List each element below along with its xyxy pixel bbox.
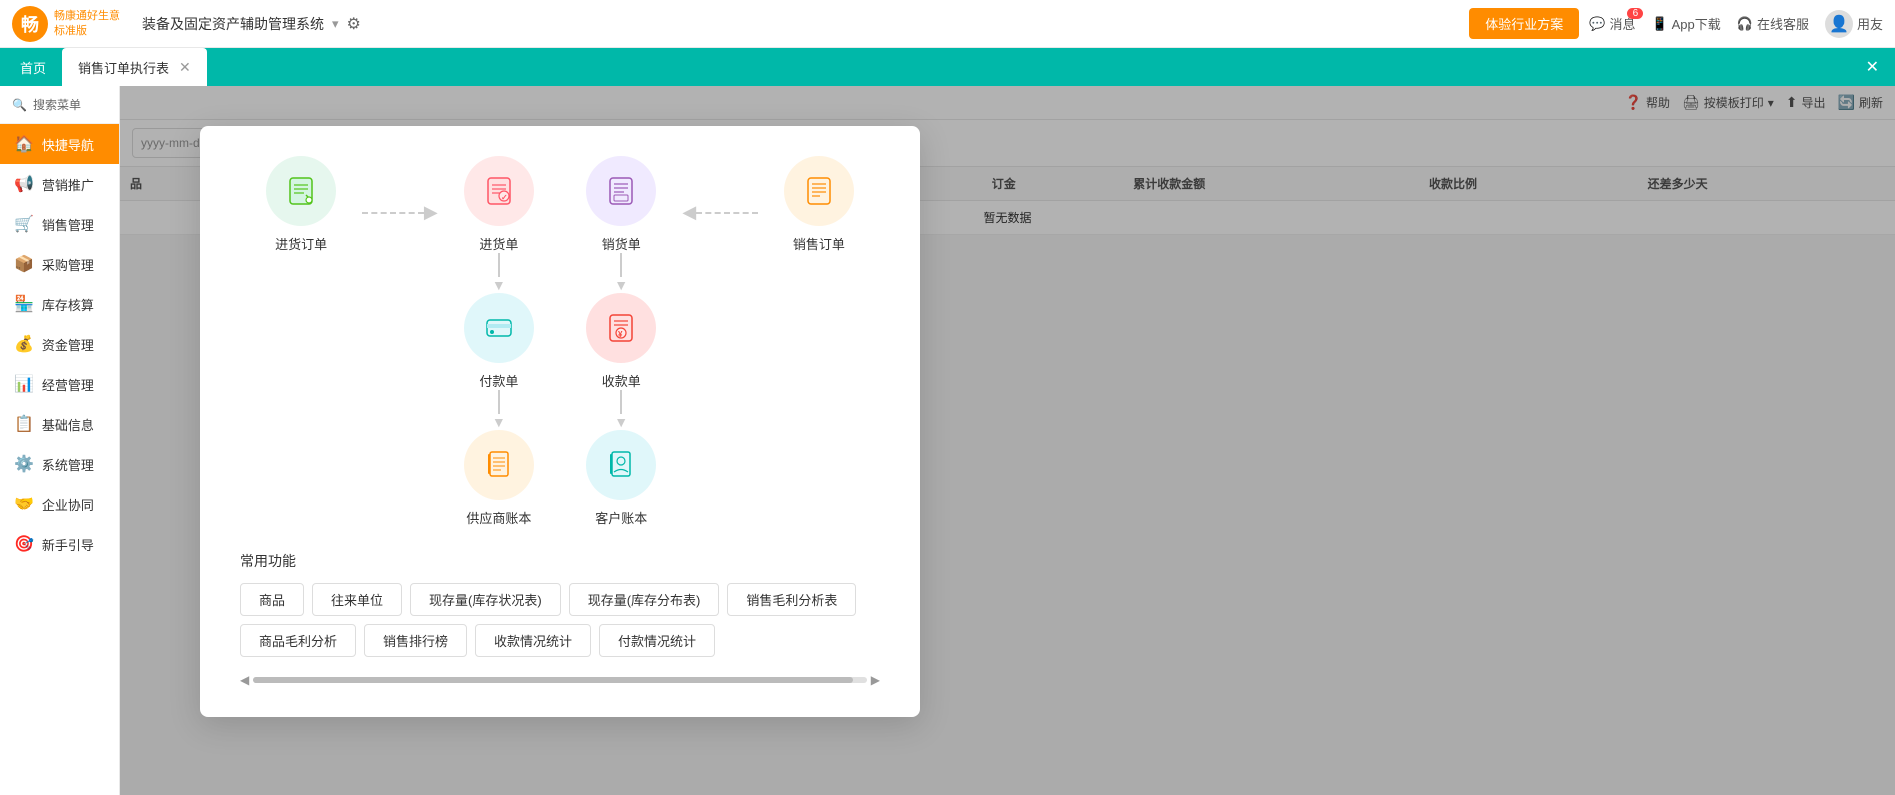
receipt-slip-icon: ¥: [586, 293, 656, 363]
function-btn-2[interactable]: 现存量(库存状况表): [410, 583, 561, 616]
flow-node-purchase-slip[interactable]: ✓ 进货单: [438, 156, 560, 253]
tab-bar-close-icon[interactable]: ✕: [1854, 57, 1891, 77]
system-title: 装备及固定资产辅助管理系统 ▾ ⚙: [142, 14, 1459, 34]
sales-slip-icon: [586, 156, 656, 226]
modal-box: 进货订单 ▶ ✓ 进货单: [200, 126, 920, 717]
sidebar-item-operation[interactable]: 📊 经营管理: [0, 364, 119, 404]
supplier-ledger-label: 供应商账本: [466, 508, 531, 527]
search-icon: 🔍: [12, 98, 27, 112]
svg-text:¥: ¥: [618, 330, 623, 339]
avatar: 👤: [1825, 10, 1853, 38]
tab-home[interactable]: 首页: [4, 48, 62, 86]
sidebar-item-marketing[interactable]: 📢 营销推广: [0, 164, 119, 204]
tab-close-icon[interactable]: ✕: [179, 59, 191, 76]
marketing-icon: 📢: [14, 174, 34, 194]
customer-ledger-icon: [586, 430, 656, 500]
flow-node-sales-slip[interactable]: 销货单: [560, 156, 682, 253]
payment-slip-icon: [464, 293, 534, 363]
payment-slip-label: 付款单: [479, 371, 518, 390]
system-icon: ⚙️: [14, 454, 34, 474]
tab-bar: 首页 销售订单执行表 ✕ ✕: [0, 48, 1895, 86]
common-functions-title: 常用功能: [240, 551, 880, 571]
sales-icon: 🛒: [14, 214, 34, 234]
home-tab-label: 首页: [20, 58, 46, 77]
scroll-left-icon[interactable]: ◀: [240, 673, 249, 687]
online-service-button[interactable]: 🎧 在线客服: [1737, 14, 1809, 33]
scroll-right-icon[interactable]: ▶: [871, 673, 880, 687]
svg-text:✓: ✓: [501, 193, 508, 202]
sales-order-icon: [784, 156, 854, 226]
basic-info-icon: 📋: [14, 414, 34, 434]
purchase-order-icon: [266, 156, 336, 226]
function-btn-8[interactable]: 付款情况统计: [599, 624, 715, 657]
main-layout: 🔍 搜索菜单 🏠 快捷导航 📢 营销推广 🛒 销售管理 📦 采购管理 🏪 库存核…: [0, 86, 1895, 795]
tab-sales-order[interactable]: 销售订单执行表 ✕: [62, 48, 207, 86]
function-btn-0[interactable]: 商品: [240, 583, 304, 616]
inventory-icon: 🏪: [14, 294, 34, 314]
function-btn-1[interactable]: 往来单位: [312, 583, 402, 616]
flow-node-purchase-order[interactable]: 进货订单: [240, 156, 362, 253]
sidebar-item-enterprise[interactable]: 🤝 企业协同: [0, 484, 119, 524]
flow-node-sales-order[interactable]: 销售订单: [758, 156, 880, 253]
sales-order-tab-label: 销售订单执行表: [78, 58, 169, 77]
sidebar-item-finance[interactable]: 💰 资金管理: [0, 324, 119, 364]
top-header: 畅 畅康通好生意 标准版 装备及固定资产辅助管理系统 ▾ ⚙ 体验行业方案 💬 …: [0, 0, 1895, 48]
home-icon: 🏠: [14, 134, 34, 154]
guide-icon: 🎯: [14, 534, 34, 554]
system-name: 装备及固定资产辅助管理系统: [142, 14, 324, 34]
function-btn-6[interactable]: 销售排行榜: [364, 624, 467, 657]
purchase-slip-label: 进货单: [479, 234, 518, 253]
logo-text: 畅康通好生意 标准版: [54, 9, 120, 38]
user-button[interactable]: 👤 用友: [1825, 10, 1883, 38]
sidebar-item-basic-info[interactable]: 📋 基础信息: [0, 404, 119, 444]
sidebar-item-inventory[interactable]: 🏪 库存核算: [0, 284, 119, 324]
purchase-slip-icon: ✓: [464, 156, 534, 226]
flow-node-customer-ledger[interactable]: 客户账本: [560, 430, 682, 527]
message-icon: 💬: [1589, 16, 1605, 32]
sidebar-item-purchase[interactable]: 📦 采购管理: [0, 244, 119, 284]
download-icon: 📱: [1651, 16, 1667, 32]
modal-overlay[interactable]: 进货订单 ▶ ✓ 进货单: [120, 86, 1895, 795]
sales-order-label: 销售订单: [793, 234, 845, 253]
common-functions: 常用功能 商品往来单位现存量(库存状况表)现存量(库存分布表)销售毛利分析表商品…: [240, 551, 880, 657]
modal-scrollbar: ◀ ▶: [240, 673, 880, 687]
search-menu-button[interactable]: 🔍 搜索菜单: [0, 86, 119, 124]
header-right: 💬 消息 6 📱 App下载 🎧 在线客服 👤 用友: [1589, 10, 1883, 38]
sidebar-item-guide[interactable]: 🎯 新手引导: [0, 524, 119, 564]
sidebar-item-sales[interactable]: 🛒 销售管理: [0, 204, 119, 244]
dropdown-icon[interactable]: ▾: [332, 16, 339, 32]
function-btn-4[interactable]: 销售毛利分析表: [727, 583, 856, 616]
sales-slip-label: 销货单: [602, 234, 641, 253]
service-icon: 🎧: [1737, 16, 1753, 32]
message-badge: 6: [1627, 8, 1643, 19]
flow-node-supplier-ledger[interactable]: 供应商账本: [438, 430, 560, 527]
sidebar: 🔍 搜索菜单 🏠 快捷导航 📢 营销推广 🛒 销售管理 📦 采购管理 🏪 库存核…: [0, 86, 120, 795]
enterprise-icon: 🤝: [14, 494, 34, 514]
function-btn-3[interactable]: 现存量(库存分布表): [569, 583, 720, 616]
sidebar-item-quick-nav[interactable]: 🏠 快捷导航: [0, 124, 119, 164]
customer-ledger-label: 客户账本: [595, 508, 647, 527]
scroll-track[interactable]: [253, 677, 867, 683]
purchase-order-label: 进货订单: [275, 234, 327, 253]
app-download-button[interactable]: 📱 App下载: [1651, 14, 1720, 33]
logo-icon: 畅: [12, 6, 48, 42]
finance-icon: 💰: [14, 334, 34, 354]
supplier-ledger-icon: [464, 430, 534, 500]
scroll-thumb: [253, 677, 853, 683]
content-area: ❓ 帮助 🖨 按模板打印 ▾ ⬆ 导出 🔄 刷新 yyyy-mm-dd 📅: [120, 86, 1895, 795]
experience-button[interactable]: 体验行业方案: [1469, 8, 1579, 39]
gear-icon[interactable]: ⚙: [347, 14, 361, 34]
function-btn-7[interactable]: 收款情况统计: [475, 624, 591, 657]
purchase-icon: 📦: [14, 254, 34, 274]
flow-node-receipt-slip[interactable]: ¥ 收款单: [560, 293, 682, 390]
function-btn-5[interactable]: 商品毛利分析: [240, 624, 356, 657]
function-buttons: 商品往来单位现存量(库存状况表)现存量(库存分布表)销售毛利分析表商品毛利分析销…: [240, 583, 880, 657]
logo-area: 畅 畅康通好生意 标准版: [12, 6, 132, 42]
receipt-slip-label: 收款单: [602, 371, 641, 390]
flow-node-payment-slip[interactable]: 付款单: [438, 293, 560, 390]
sidebar-item-system[interactable]: ⚙️ 系统管理: [0, 444, 119, 484]
message-button[interactable]: 💬 消息 6: [1589, 14, 1635, 33]
operation-icon: 📊: [14, 374, 34, 394]
